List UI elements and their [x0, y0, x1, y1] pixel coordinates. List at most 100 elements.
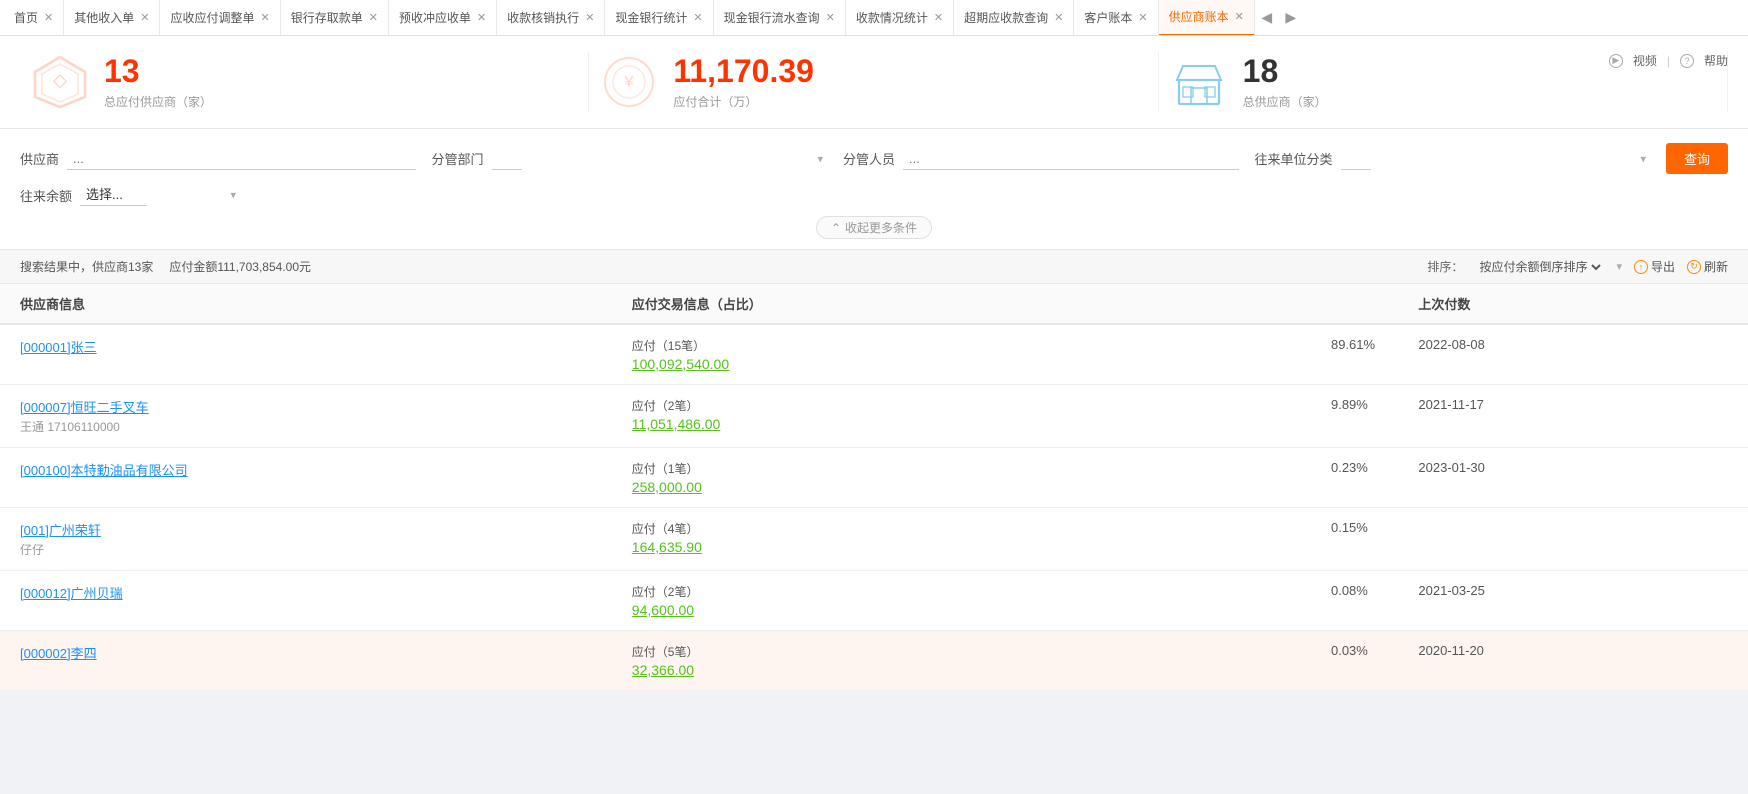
supplier-link[interactable]: [000012]广州贝瑞: [20, 586, 123, 601]
balance-filter-select[interactable]: 选择...: [80, 184, 147, 206]
nav-tab-home-close[interactable]: ✕: [44, 11, 53, 24]
nav-tab-cash-bank-stat[interactable]: 现金银行统计 ✕: [605, 0, 713, 36]
tx-label: 应付（5笔）: [632, 643, 1291, 660]
person-filter-input[interactable]: [903, 148, 1238, 170]
nav-tab-overdue-ar-query[interactable]: 超期应收款查询 ✕: [954, 0, 1074, 36]
supplier-info-cell: [000001]张三: [0, 324, 612, 385]
nav-tab-other-income-close[interactable]: ✕: [140, 11, 149, 24]
table-header-row: 供应商信息 应付交易信息（占比） 上次付数: [0, 284, 1748, 324]
tx-amount: 258,000.00: [632, 479, 1291, 495]
tx-amount-link[interactable]: 32,366.00: [632, 662, 694, 678]
tx-label: 应付（4笔）: [632, 520, 1291, 537]
person-filter-label: 分管人员: [843, 149, 895, 168]
last-date-cell: 2022-08-08: [1398, 324, 1748, 385]
dept-filter-label: 分管部门: [432, 149, 484, 168]
refresh-label: 刷新: [1704, 258, 1728, 275]
table-row: [000007]恒旺二手叉车王通 17106110000应付（2笔）11,051…: [0, 385, 1748, 448]
supplier-info-cell: [000007]恒旺二手叉车王通 17106110000: [0, 385, 612, 448]
circle-video-icon: ▶: [1609, 54, 1623, 68]
tx-amount-link[interactable]: 94,600.00: [632, 602, 694, 618]
supplier-link[interactable]: [000007]恒旺二手叉车: [20, 400, 149, 415]
nav-tab-home-label: 首页: [14, 9, 38, 26]
stat-icon-shop: [1169, 52, 1229, 112]
tx-info-cell: 应付（2笔）94,600.00: [612, 571, 1311, 631]
refresh-button[interactable]: ↻ 刷新: [1687, 258, 1728, 275]
sort-select[interactable]: 按应付余额倒序排序: [1475, 259, 1604, 275]
tx-label: 应付（15笔）: [632, 337, 1291, 354]
nav-tab-ar-ap-adjust-close[interactable]: ✕: [260, 11, 269, 24]
nav-tab-collection-verify[interactable]: 收款核销执行 ✕: [497, 0, 605, 36]
dept-filter-select[interactable]: [492, 148, 522, 170]
nav-tab-customer-ledger[interactable]: 客户账本 ✕: [1074, 0, 1158, 36]
supplier-link[interactable]: [000100]本特勤油品有限公司: [20, 463, 188, 478]
supplier-info-cell: [000012]广州贝瑞: [0, 571, 612, 631]
nav-tab-bank-deposit[interactable]: 银行存取款单 ✕: [281, 0, 389, 36]
top-navigation: 首页 ✕ 其他收入单 ✕ 应收应付调整单 ✕ 银行存取款单 ✕ 预收冲应收单 ✕…: [0, 0, 1748, 36]
category-filter-select[interactable]: [1341, 148, 1371, 170]
tx-info-cell: 应付（5笔） 32,366.00: [612, 631, 1311, 691]
nav-tab-customer-ledger-label: 客户账本: [1084, 9, 1132, 26]
tx-amount-link[interactable]: 100,092,540.00: [632, 356, 729, 372]
nav-tab-overdue-ar-query-close[interactable]: ✕: [1054, 11, 1063, 24]
supplier-link[interactable]: [000002]李四: [20, 646, 97, 661]
nav-tab-other-income-label: 其他收入单: [74, 9, 134, 26]
tx-amount: 164,635.90: [632, 539, 1291, 555]
supplier-filter-input[interactable]: [67, 148, 415, 170]
nav-tab-bank-deposit-close[interactable]: ✕: [369, 11, 378, 24]
nav-tab-supplier-ledger[interactable]: 供应商账本 ✕: [1159, 0, 1255, 36]
header-actions: ▶ 视频 | ? 帮助: [1609, 52, 1728, 69]
table-row: [000012]广州贝瑞应付（2笔）94,600.000.08%2021-03-…: [0, 571, 1748, 631]
nav-tab-collection-stat-label: 收款情况统计: [856, 9, 928, 26]
stat-block-supplier-payable: ◇ 13 总应付供应商（家）: [20, 52, 589, 112]
filter-item-dept: 分管部门 ▾: [432, 148, 828, 170]
nav-right-arrow[interactable]: ▶: [1279, 0, 1303, 36]
nav-tab-collection-verify-close[interactable]: ✕: [585, 11, 594, 24]
supplier-link[interactable]: [001]广州荣轩: [20, 523, 101, 538]
result-bar: 搜索结果中，供应商13家 应付金额111,703,854.00元 排序： 按应付…: [0, 250, 1748, 284]
nav-tab-ar-ap-adjust[interactable]: 应收应付调整单 ✕: [160, 0, 280, 36]
help-link[interactable]: 帮助: [1704, 52, 1728, 69]
tx-info-cell: 应付（1笔）258,000.00: [612, 448, 1311, 508]
nav-tab-prepay-ar-close[interactable]: ✕: [477, 11, 486, 24]
nav-tab-collection-stat-close[interactable]: ✕: [934, 11, 943, 24]
table-row: [000002]李四应付（5笔）32,366.000.03%2020-11-20: [0, 631, 1748, 691]
supplier-info-cell: [000100]本特勤油品有限公司: [0, 448, 612, 508]
collapse-button[interactable]: ⌃ 收起更多条件: [816, 216, 932, 239]
table-container: 供应商信息 应付交易信息（占比） 上次付数 [000001]张三 应付（15笔） 1…: [0, 284, 1748, 691]
category-filter-label: 往来单位分类: [1255, 149, 1333, 168]
last-date-cell: 2021-11-17: [1398, 385, 1748, 448]
tx-amount-link[interactable]: 11,051,486.00: [632, 416, 721, 432]
nav-tab-other-income[interactable]: 其他收入单 ✕: [64, 0, 160, 36]
query-button[interactable]: 查询: [1666, 143, 1728, 174]
tx-info-cell: 应付（4笔） 164,635.90: [612, 508, 1311, 571]
tx-amount-link[interactable]: 258,000.00: [632, 479, 702, 495]
nav-tab-supplier-ledger-close[interactable]: ✕: [1235, 10, 1244, 23]
nav-tab-customer-ledger-close[interactable]: ✕: [1138, 11, 1147, 24]
video-link[interactable]: 视频: [1633, 52, 1657, 69]
col-header-percent: [1311, 284, 1398, 324]
export-button[interactable]: ↑ 导出: [1634, 258, 1675, 275]
sort-chevron-icon: ▾: [1616, 260, 1622, 273]
nav-tab-cash-flow-query-close[interactable]: ✕: [826, 11, 835, 24]
tx-amount-link[interactable]: 164,635.90: [632, 539, 702, 555]
col-header-tx: 应付交易信息（占比）: [612, 284, 1311, 324]
nav-tab-supplier-ledger-label: 供应商账本: [1169, 8, 1229, 25]
balance-filter-select-wrap: 选择... ▾: [80, 184, 240, 206]
nav-tab-home[interactable]: 首页 ✕: [4, 0, 64, 36]
stat-icon-coin: ¥: [599, 52, 659, 112]
stat-label-supplier-payable: 总应付供应商（家）: [104, 93, 212, 110]
nav-tab-prepay-ar[interactable]: 预收冲应收单 ✕: [389, 0, 497, 36]
export-label: 导出: [1651, 258, 1675, 275]
nav-tab-collection-stat[interactable]: 收款情况统计 ✕: [846, 0, 954, 36]
tx-percent-cell: 0.08%: [1311, 571, 1398, 631]
nav-tab-cash-bank-stat-close[interactable]: ✕: [693, 11, 702, 24]
nav-left-arrow[interactable]: ◀: [1255, 0, 1279, 36]
export-circle-icon: ↑: [1634, 260, 1648, 274]
nav-tab-bank-deposit-label: 银行存取款单: [291, 9, 363, 26]
supplier-sub-info: 王通 17106110000: [20, 418, 592, 435]
tx-amount: 100,092,540.00: [632, 356, 1291, 372]
collapse-bar: ⌃ 收起更多条件: [20, 216, 1728, 239]
result-amount: 应付金额111,703,854.00元: [169, 258, 311, 275]
supplier-link[interactable]: [000001]张三: [20, 340, 97, 355]
nav-tab-cash-flow-query[interactable]: 现金银行流水查询 ✕: [714, 0, 846, 36]
